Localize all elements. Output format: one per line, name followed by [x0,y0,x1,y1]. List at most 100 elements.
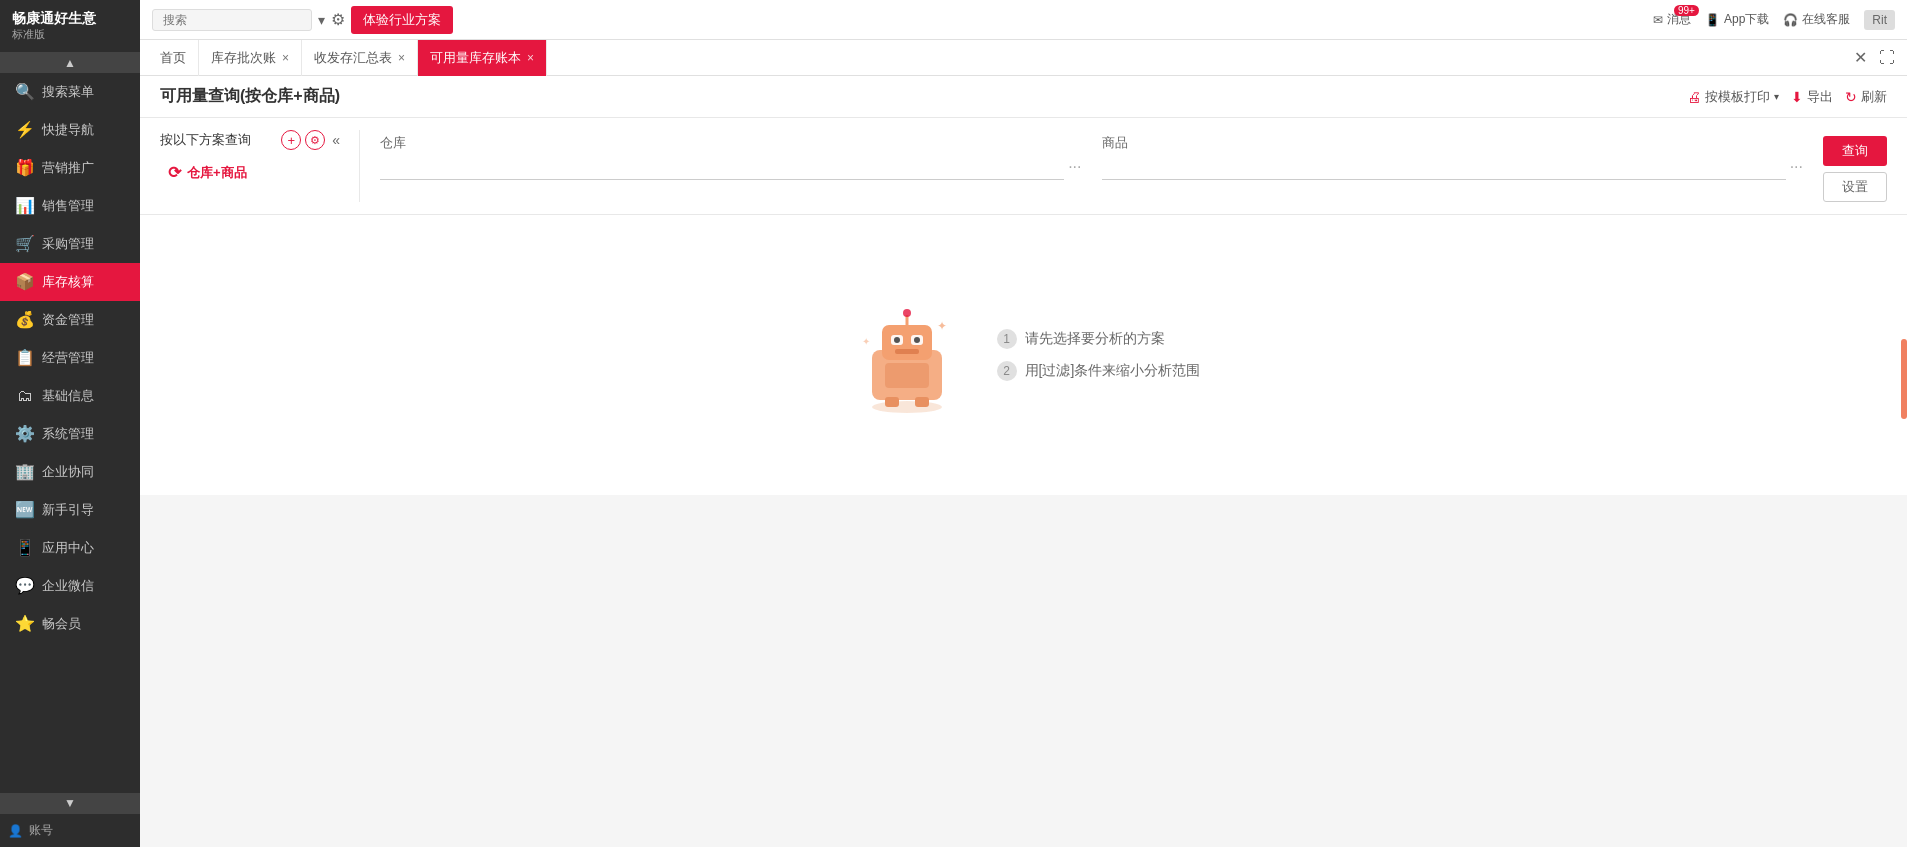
tab-home[interactable]: 首页 [148,40,199,76]
message-badge: 99+ [1674,5,1699,16]
svg-point-6 [914,337,920,343]
svg-point-5 [894,337,900,343]
tab-available-ledger[interactable]: 可用量库存账本 × [418,40,547,76]
sidebar-user-label: 账号 [29,822,53,839]
sidebar-item-member[interactable]: ⭐ 畅会员 [0,605,140,643]
sidebar-item-enterprise[interactable]: 🏢 企业协同 [0,453,140,491]
scheme-item-label: 仓库+商品 [187,164,247,182]
tab-storage-summary[interactable]: 收发存汇总表 × [302,40,418,76]
sidebar-item-quick-nav[interactable]: ⚡ 快捷导航 [0,111,140,149]
sidebar-item-marketing[interactable]: 🎁 营销推广 [0,149,140,187]
edit-scheme-button[interactable]: ⚙ [305,130,325,150]
industry-solution-button[interactable]: 体验行业方案 [351,6,453,34]
online-service-label: 在线客服 [1802,11,1850,28]
sidebar-item-wechat[interactable]: 💬 企业微信 [0,567,140,605]
sidebar-label-operations: 经营管理 [42,349,94,367]
svg-text:✦: ✦ [862,336,870,347]
svg-rect-2 [882,325,932,360]
sidebar-item-guide[interactable]: 🆕 新手引导 [0,491,140,529]
settings-icon-button[interactable]: ⚙ [331,10,345,29]
collapse-scheme-button[interactable]: « [329,130,343,150]
warehouse-filter-input[interactable] [380,156,1064,180]
sidebar-item-system[interactable]: ⚙️ 系统管理 [0,415,140,453]
tab-available-ledger-close[interactable]: × [527,51,534,65]
topbar-left: ▾ ⚙ 体验行业方案 [152,6,1645,34]
sidebar-label-app-center: 应用中心 [42,539,94,557]
tab-available-ledger-label: 可用量库存账本 [430,49,521,67]
page-header: 可用量查询(按仓库+商品) 🖨 按模板打印 ▾ ⬇ 导出 ↻ 刷新 [140,76,1907,118]
app-download-label: App下载 [1724,11,1769,28]
tab-expand-button[interactable]: ⛶ [1875,45,1899,71]
goods-filter-input[interactable] [1102,156,1786,180]
tab-actions: ✕ ⛶ [1850,44,1899,71]
sidebar-label-quick-nav: 快捷导航 [42,121,94,139]
sidebar-label-system: 系统管理 [42,425,94,443]
print-button[interactable]: 🖨 按模板打印 ▾ [1687,88,1779,106]
tip-text-1: 请先选择要分析的方案 [1025,330,1165,348]
scheme-item-warehouse-goods[interactable]: ⟳ 仓库+商品 [160,158,343,187]
sidebar-bottom[interactable]: 👤 账号 [0,813,140,847]
warehouse-filter-label: 仓库 [380,134,1082,152]
query-settings-button[interactable]: 设置 [1823,172,1887,202]
svg-text:✦: ✦ [937,319,947,333]
empty-tips: 1 请先选择要分析的方案 2 用[过滤]条件来缩小分析范围 [997,329,1201,381]
empty-tip-2: 2 用[过滤]条件来缩小分析范围 [997,361,1201,381]
sidebar-label-guide: 新手引导 [42,501,94,519]
tab-home-label: 首页 [160,49,186,67]
export-icon: ⬇ [1791,89,1803,105]
tab-batch-account-close[interactable]: × [282,51,289,65]
app-download-button[interactable]: 📱 App下载 [1705,11,1769,28]
svg-rect-9 [885,397,899,407]
user-avatar[interactable]: Rit [1864,10,1895,30]
export-label: 导出 [1807,88,1833,106]
sidebar-item-finance[interactable]: 💰 资金管理 [0,301,140,339]
sidebar-scroll-down[interactable]: ▼ [0,793,140,813]
sidebar-label-inventory: 库存核算 [42,273,94,291]
sidebar-icon-quick-nav: ⚡ [16,121,34,139]
tip-num-2: 2 [997,361,1017,381]
goods-filter-group: 商品 ··· [1102,134,1804,180]
sidebar-icon-enterprise: 🏢 [16,463,34,481]
refresh-label: 刷新 [1861,88,1887,106]
message-button[interactable]: ✉ 消息 99+ [1653,11,1691,28]
sidebar-item-search-menu[interactable]: 🔍 搜索菜单 [0,73,140,111]
svg-rect-8 [885,363,929,388]
tab-close-button[interactable]: ✕ [1850,44,1871,71]
sidebar-label-basic-info: 基础信息 [42,387,94,405]
sidebar-item-operations[interactable]: 📋 经营管理 [0,339,140,377]
query-scheme-header: 按以下方案查询 + ⚙ « [160,130,343,150]
sidebar-scroll-up[interactable]: ▲ [0,53,140,73]
sidebar-item-sales[interactable]: 📊 销售管理 [0,187,140,225]
sidebar-item-app-center[interactable]: 📱 应用中心 [0,529,140,567]
empty-state-content: ✦ ✦ 1 请先选择要分析的方案 2 用[过滤]条件来缩小分析范围 [847,295,1201,415]
sidebar-icon-sales: 📊 [16,197,34,215]
online-service-button[interactable]: 🎧 在线客服 [1783,11,1850,28]
tab-storage-summary-close[interactable]: × [398,51,405,65]
search-input[interactable] [152,9,312,31]
dropdown-button[interactable]: ▾ [318,12,325,28]
right-scrollbar-indicator [1901,339,1907,419]
query-button[interactable]: 查询 [1823,136,1887,166]
topbar-right: ✉ 消息 99+ 📱 App下载 🎧 在线客服 Rit [1653,10,1895,30]
goods-filter-more[interactable]: ··· [1790,158,1803,180]
export-button[interactable]: ⬇ 导出 [1791,88,1833,106]
tab-batch-account[interactable]: 库存批次账 × [199,40,302,76]
warehouse-filter-more[interactable]: ··· [1068,158,1081,180]
logo-sub: 标准版 [12,27,128,42]
sidebar-icon-inventory: 📦 [16,273,34,291]
add-scheme-button[interactable]: + [281,130,301,150]
sidebar-label-purchase: 采购管理 [42,235,94,253]
query-buttons: 查询 设置 [1823,134,1887,202]
refresh-button[interactable]: ↻ 刷新 [1845,88,1887,106]
sidebar-icon-search-menu: 🔍 [16,83,34,101]
user-name: Rit [1872,13,1887,27]
sidebar-icon-app-center: 📱 [16,539,34,557]
svg-point-12 [903,309,911,317]
sidebar-item-basic-info[interactable]: 🗂 基础信息 [0,377,140,415]
sidebar-item-purchase[interactable]: 🛒 采购管理 [0,225,140,263]
print-dropdown-icon: ▾ [1774,91,1779,102]
sidebar-icon-wechat: 💬 [16,577,34,595]
warehouse-filter-group: 仓库 ··· [380,134,1082,180]
sidebar-item-inventory[interactable]: 📦 库存核算 [0,263,140,301]
print-label: 按模板打印 [1705,88,1770,106]
